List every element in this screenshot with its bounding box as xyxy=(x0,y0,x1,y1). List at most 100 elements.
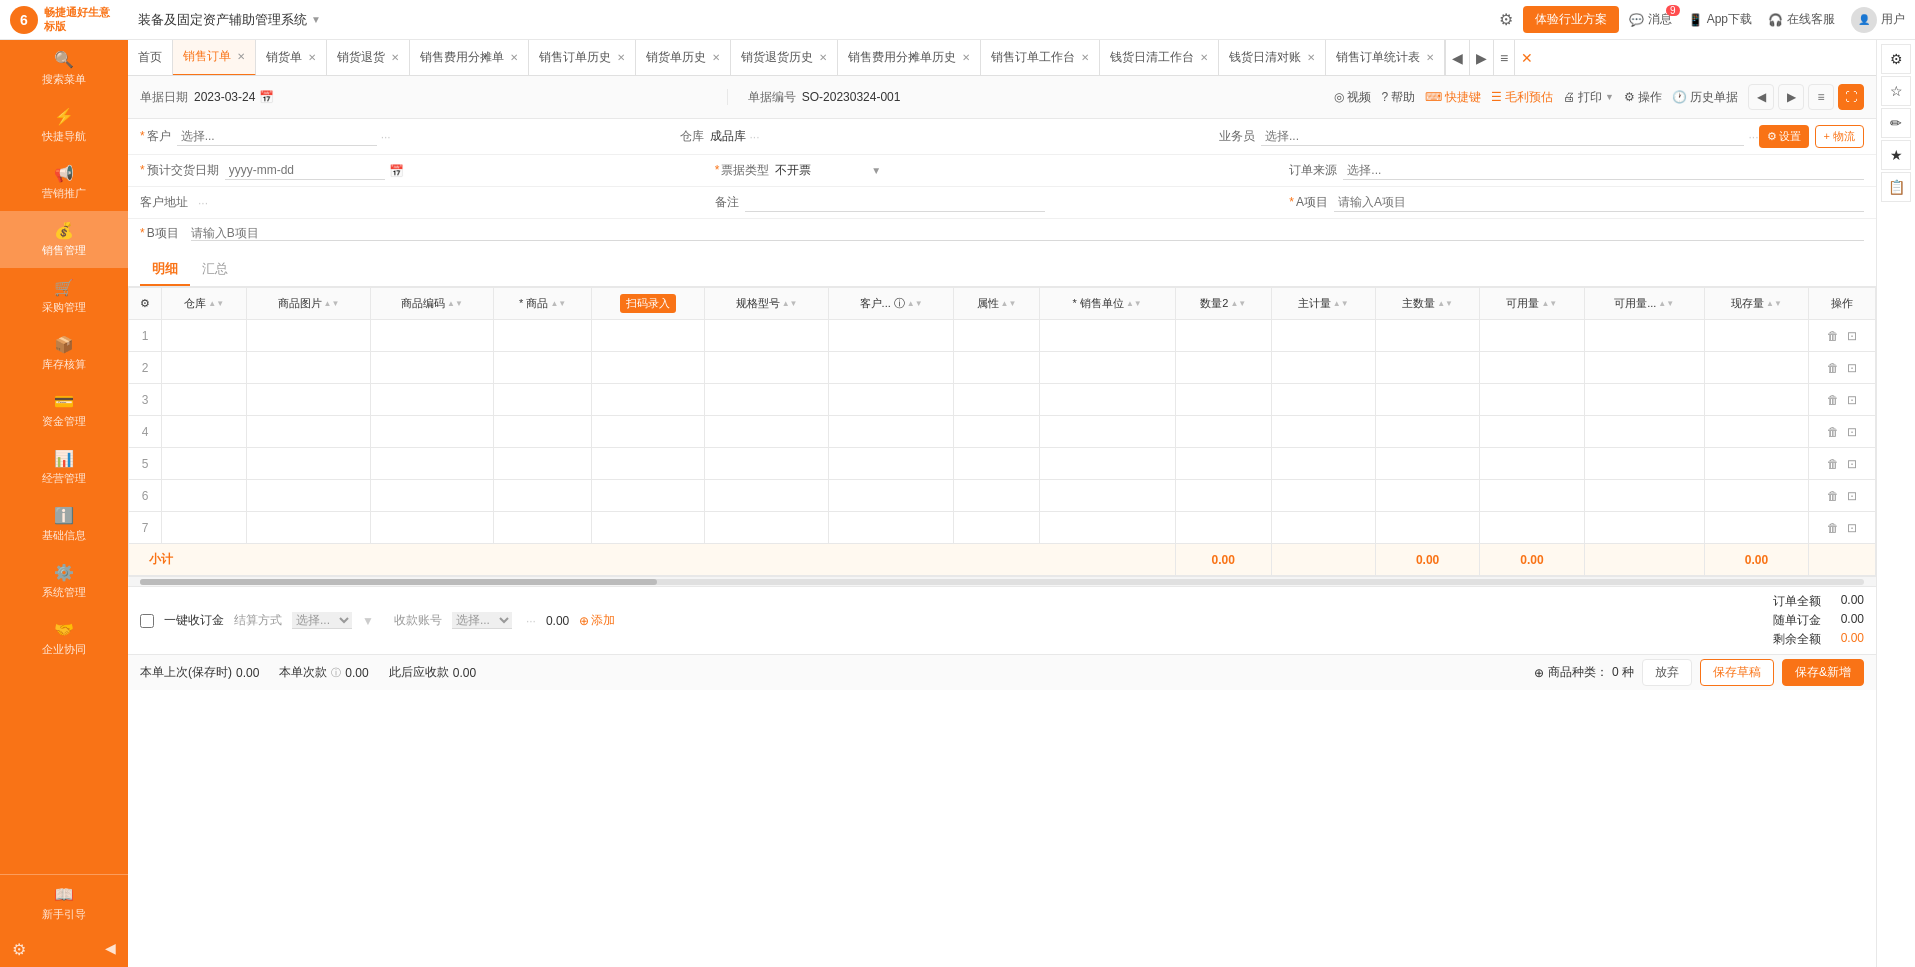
row-attr-1[interactable] xyxy=(954,320,1039,352)
customer-input[interactable] xyxy=(177,127,377,146)
last-lower-help-icon[interactable]: ⓘ xyxy=(331,666,341,680)
row-qty2-7[interactable] xyxy=(1175,512,1271,544)
tab-close-icon[interactable]: ✕ xyxy=(712,52,720,63)
tab-order-workspace[interactable]: 销售订单工作台 ✕ xyxy=(981,40,1100,76)
col-main-qty-header[interactable]: 主数量▲▼ xyxy=(1375,288,1479,320)
print-btn[interactable]: 🖨 打印 ▼ xyxy=(1563,89,1614,106)
tab-prev-btn[interactable]: ◀ xyxy=(1445,40,1469,75)
row-spec-4[interactable] xyxy=(705,416,828,448)
scan-button[interactable]: 扫码录入 xyxy=(620,294,676,313)
tab-next-btn[interactable]: ▶ xyxy=(1469,40,1493,75)
row-product-3[interactable] xyxy=(494,384,592,416)
row-copy-icon-2[interactable]: ⊡ xyxy=(1847,361,1857,375)
row-delete-icon-3[interactable]: 🗑 xyxy=(1827,393,1839,407)
sidebar-item-purchase[interactable]: 🛒 采购管理 xyxy=(0,268,128,325)
row-delete-icon-1[interactable]: 🗑 xyxy=(1827,329,1839,343)
rp-icon-1[interactable]: ⚙ xyxy=(1881,44,1911,74)
col-customer-code-header[interactable]: 客户... ⓘ▲▼ xyxy=(828,288,954,320)
col-available2-header[interactable]: 可用量...▲▼ xyxy=(1584,288,1704,320)
remarks-input[interactable] xyxy=(745,193,1045,212)
row-copy-icon-4[interactable]: ⊡ xyxy=(1847,425,1857,439)
row-spec-3[interactable] xyxy=(705,384,828,416)
row-warehouse-7[interactable] xyxy=(162,512,247,544)
col-warehouse-header[interactable]: 仓库▲▼ xyxy=(162,288,247,320)
user-item[interactable]: 👤 用户 xyxy=(1851,7,1905,33)
col-settings-header[interactable]: ⚙ xyxy=(129,288,162,320)
row-qty2-4[interactable] xyxy=(1175,416,1271,448)
tab-close-all-btn[interactable]: ✕ xyxy=(1514,40,1539,75)
row-qty2-2[interactable] xyxy=(1175,352,1271,384)
operation-btn[interactable]: ⚙ 操作 xyxy=(1624,89,1662,106)
sidebar-item-sales[interactable]: 💰 销售管理 xyxy=(0,211,128,268)
bank-expand-icon[interactable]: ··· xyxy=(526,614,536,628)
tab-order-history[interactable]: 销售订单历史 ✕ xyxy=(529,40,636,76)
tab-close-icon[interactable]: ✕ xyxy=(819,52,827,63)
sidebar-item-shortcut[interactable]: ⚡ 快捷导航 xyxy=(0,97,128,154)
tab-daily-workspace[interactable]: 钱货日清工作台 ✕ xyxy=(1100,40,1219,76)
row-spec-2[interactable] xyxy=(705,352,828,384)
row-attr-7[interactable] xyxy=(954,512,1039,544)
sidebar-item-guide[interactable]: 📖 新手引导 xyxy=(0,875,128,932)
sidebar-item-operations[interactable]: 📊 经营管理 xyxy=(0,439,128,496)
row-warehouse-3[interactable] xyxy=(162,384,247,416)
sidebar-item-basic-info[interactable]: ℹ️ 基础信息 xyxy=(0,496,128,553)
row-unit-4[interactable] xyxy=(1039,416,1175,448)
tab-sales-order[interactable]: 销售订单 ✕ xyxy=(173,40,256,76)
col-code-header[interactable]: 商品编码▲▼ xyxy=(370,288,493,320)
b-project-input[interactable] xyxy=(191,226,1864,241)
calendar-icon[interactable]: 📅 xyxy=(259,90,274,104)
tab-close-icon[interactable]: ✕ xyxy=(1426,52,1434,63)
customer-expand-icon[interactable]: ··· xyxy=(381,130,391,144)
invoice-type-arrow[interactable]: ▼ xyxy=(871,165,881,176)
settings-icon[interactable]: ⚙ xyxy=(1499,10,1513,29)
row-product-1[interactable] xyxy=(494,320,592,352)
sidebar-item-finance[interactable]: 💳 资金管理 xyxy=(0,382,128,439)
row-code-4[interactable] xyxy=(370,416,493,448)
row-copy-icon-5[interactable]: ⊡ xyxy=(1847,457,1857,471)
row-code-6[interactable] xyxy=(370,480,493,512)
tab-menu-btn[interactable]: ≡ xyxy=(1493,40,1514,75)
row-customer-code-7[interactable] xyxy=(828,512,954,544)
solution-button[interactable]: 体验行业方案 xyxy=(1523,6,1619,33)
discard-button[interactable]: 放弃 xyxy=(1642,659,1692,686)
view-btn[interactable]: ◎ 视频 xyxy=(1334,89,1371,106)
row-unit-1[interactable] xyxy=(1039,320,1175,352)
row-attr-2[interactable] xyxy=(954,352,1039,384)
row-code-3[interactable] xyxy=(370,384,493,416)
row-customer-code-1[interactable] xyxy=(828,320,954,352)
row-qty2-6[interactable] xyxy=(1175,480,1271,512)
row-qty2-3[interactable] xyxy=(1175,384,1271,416)
row-warehouse-1[interactable] xyxy=(162,320,247,352)
row-main-qty-4[interactable] xyxy=(1375,416,1479,448)
row-customer-code-5[interactable] xyxy=(828,448,954,480)
row-unit-3[interactable] xyxy=(1039,384,1175,416)
row-warehouse-6[interactable] xyxy=(162,480,247,512)
row-attr-4[interactable] xyxy=(954,416,1039,448)
row-customer-code-2[interactable] xyxy=(828,352,954,384)
row-product-4[interactable] xyxy=(494,416,592,448)
sidebar-item-search[interactable]: 🔍 搜索菜单 xyxy=(0,40,128,97)
row-main-qty-6[interactable] xyxy=(1375,480,1479,512)
row-spec-6[interactable] xyxy=(705,480,828,512)
one-click-checkbox[interactable] xyxy=(140,614,154,628)
row-delete-icon-4[interactable]: 🗑 xyxy=(1827,425,1839,439)
row-product-2[interactable] xyxy=(494,352,592,384)
row-warehouse-5[interactable] xyxy=(162,448,247,480)
sidebar-item-cooperation[interactable]: 🤝 企业协同 xyxy=(0,610,128,667)
tab-sales-goods[interactable]: 销货单 ✕ xyxy=(256,40,327,76)
row-main-qty-5[interactable] xyxy=(1375,448,1479,480)
row-code-7[interactable] xyxy=(370,512,493,544)
row-spec-7[interactable] xyxy=(705,512,828,544)
col-product-header[interactable]: * 商品▲▼ xyxy=(494,288,592,320)
tab-goods-history[interactable]: 销货单历史 ✕ xyxy=(636,40,731,76)
rp-icon-4[interactable]: ★ xyxy=(1881,140,1911,170)
delivery-date-input[interactable] xyxy=(225,161,385,180)
payment-method-select[interactable]: 选择... xyxy=(292,612,352,629)
row-delete-icon-6[interactable]: 🗑 xyxy=(1827,489,1839,503)
col-qty2-header[interactable]: 数量2▲▼ xyxy=(1175,288,1271,320)
row-copy-icon-7[interactable]: ⊡ xyxy=(1847,521,1857,535)
sidebar-item-system[interactable]: ⚙️ 系统管理 xyxy=(0,553,128,610)
collapse-icon[interactable]: ◀ xyxy=(105,940,116,959)
tab-close-icon[interactable]: ✕ xyxy=(1081,52,1089,63)
col-image-header[interactable]: 商品图片▲▼ xyxy=(247,288,370,320)
